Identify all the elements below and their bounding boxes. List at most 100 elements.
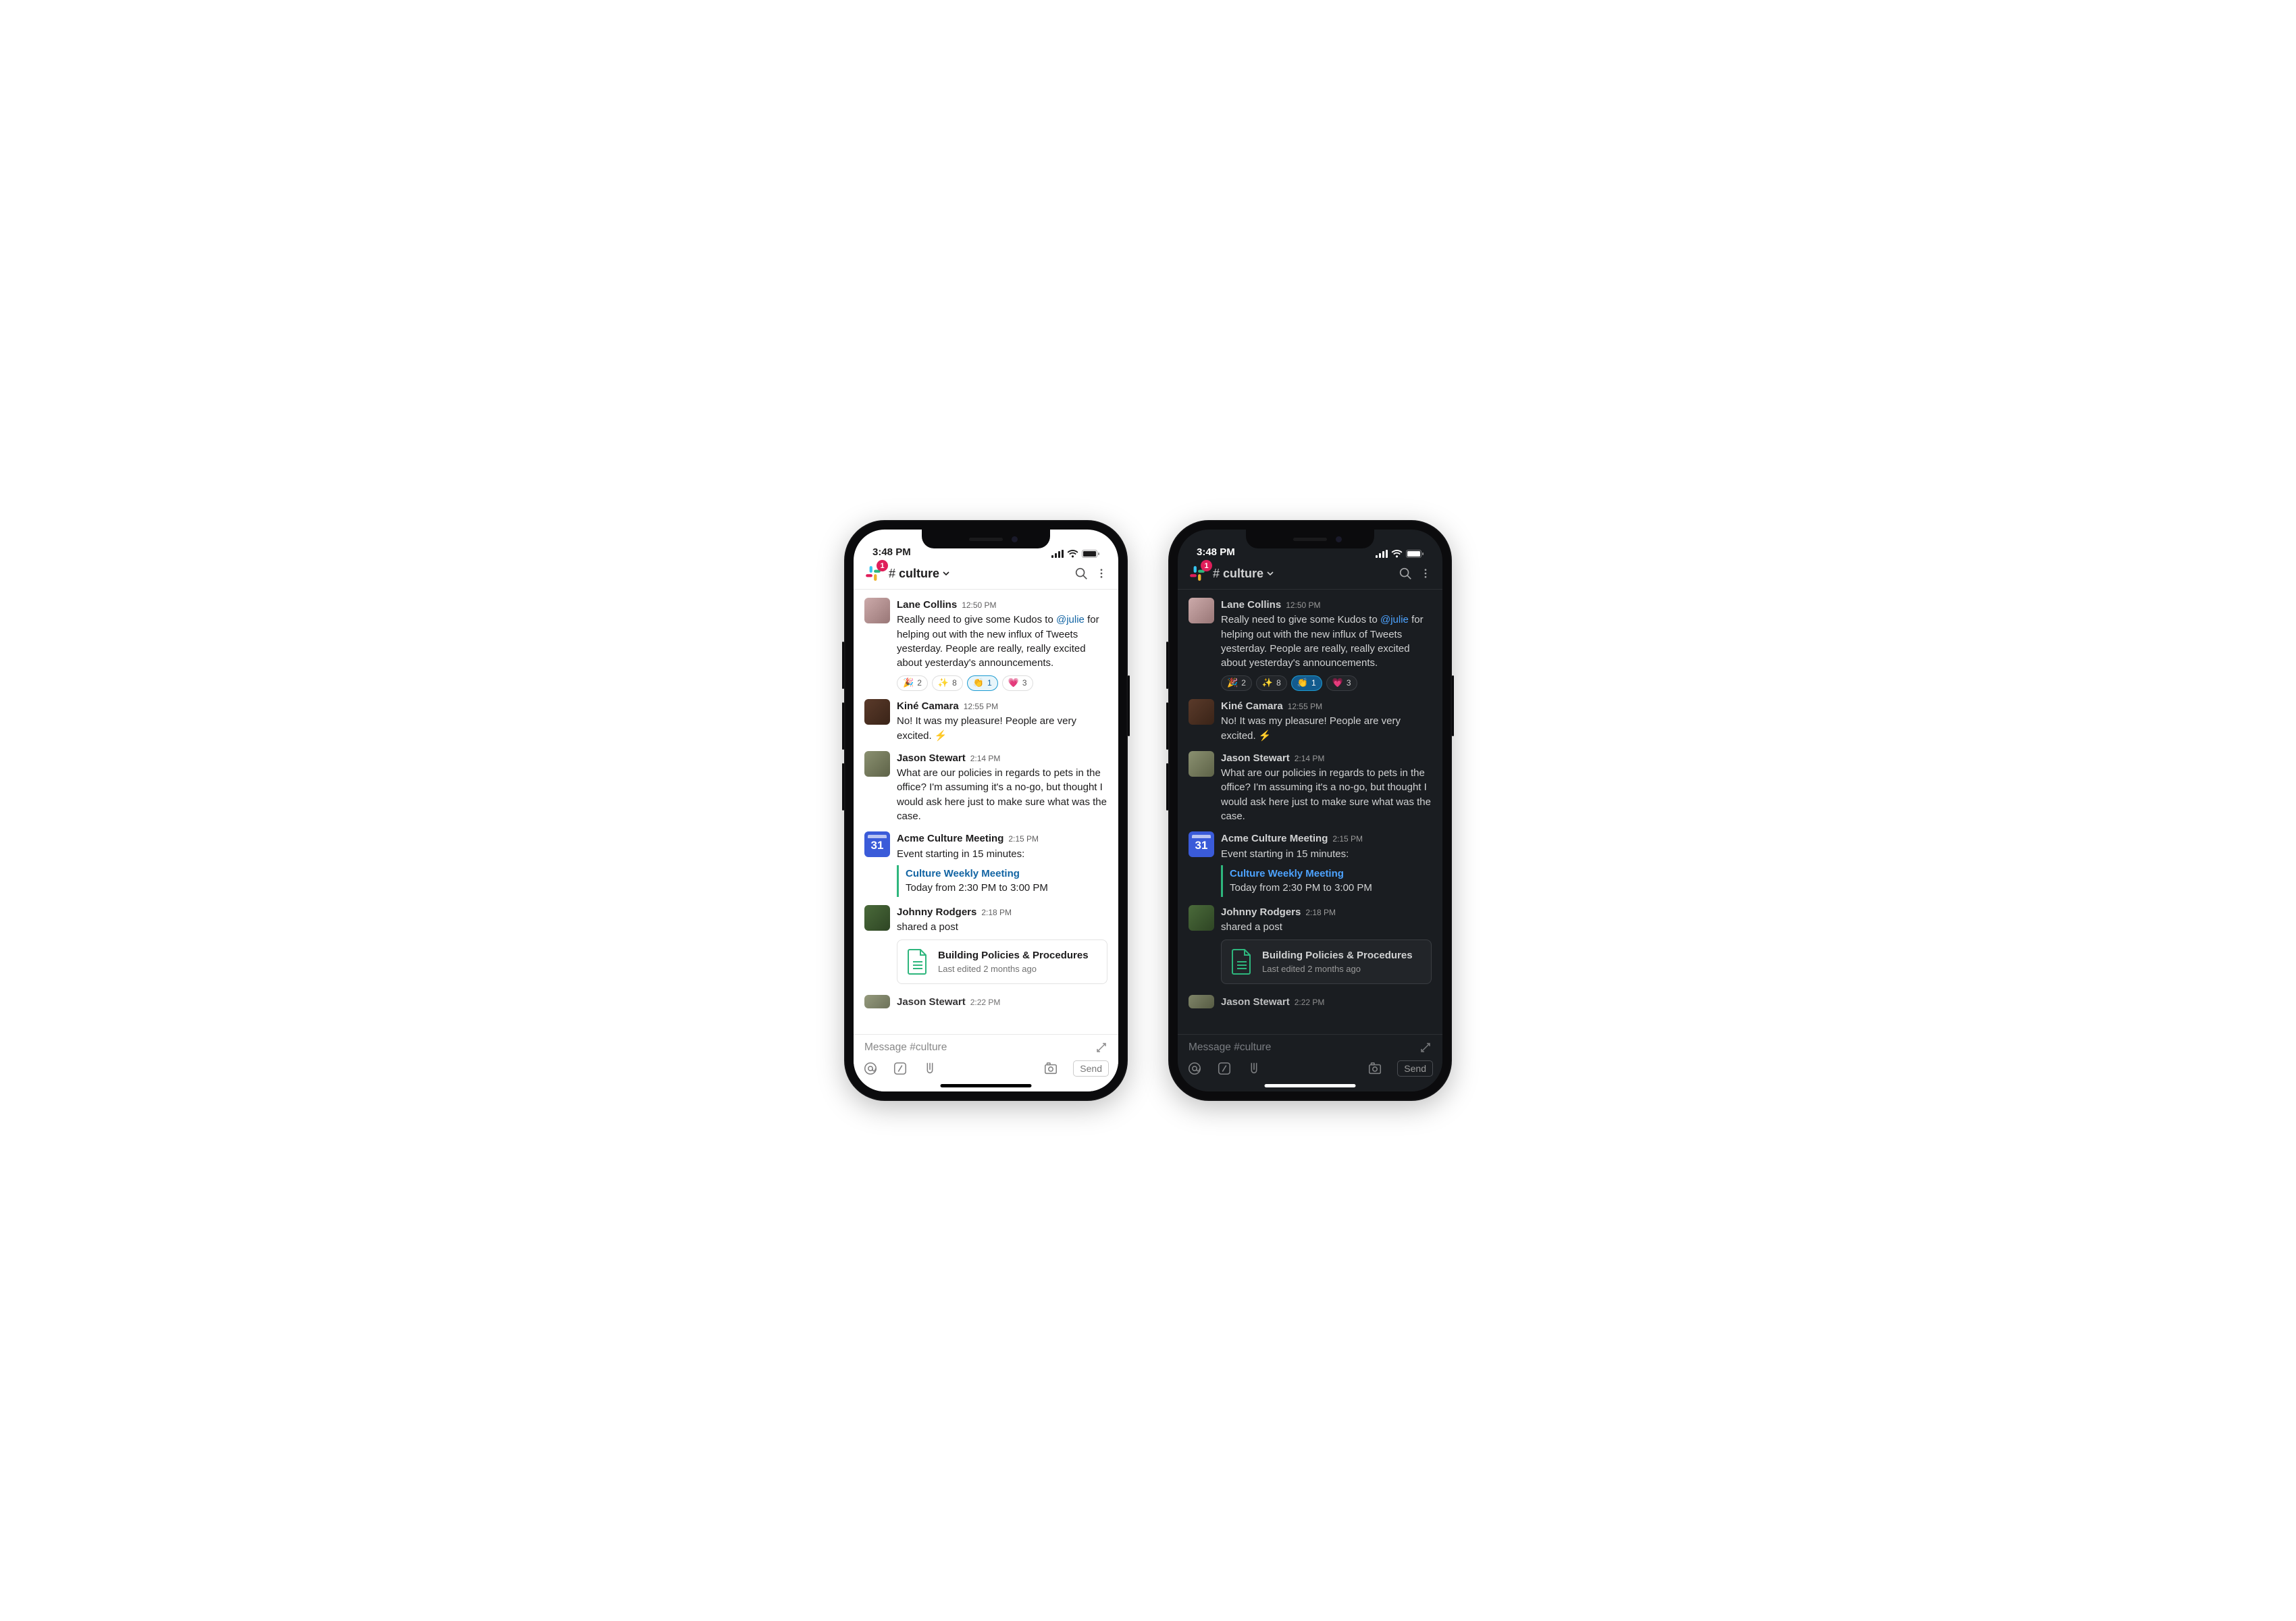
cellular-icon bbox=[1051, 550, 1064, 558]
message[interactable]: Jason Stewart 2:14 PM What are our polici… bbox=[854, 746, 1118, 826]
author: Kiné Camara bbox=[897, 699, 959, 713]
message-input[interactable] bbox=[864, 1041, 1095, 1054]
reaction[interactable]: 🎉2 bbox=[897, 675, 928, 690]
author: Jason Stewart bbox=[897, 751, 966, 765]
avatar[interactable] bbox=[1189, 905, 1214, 931]
battery-icon bbox=[1406, 550, 1424, 558]
reaction[interactable]: 👏1 bbox=[1291, 675, 1322, 690]
workspace-logo[interactable]: 1 bbox=[864, 565, 882, 582]
composer: Send bbox=[1178, 1034, 1442, 1091]
reaction[interactable]: 💗3 bbox=[1326, 675, 1357, 690]
timestamp: 2:15 PM bbox=[1008, 833, 1039, 845]
message-text: No! It was my pleasure! People are very … bbox=[1221, 714, 1432, 743]
mention[interactable]: @julie bbox=[1056, 614, 1085, 625]
avatar[interactable] bbox=[864, 598, 890, 623]
avatar[interactable] bbox=[864, 905, 890, 931]
file-title: Building Policies & Procedures bbox=[1262, 948, 1413, 962]
chevron-down-icon bbox=[1266, 569, 1274, 577]
message[interactable]: Lane Collins12:50 PM Really need to give… bbox=[854, 592, 1118, 694]
message[interactable]: Lane Collins12:50 PM Really need to give… bbox=[1178, 592, 1442, 694]
home-indicator bbox=[941, 1084, 1032, 1087]
avatar[interactable] bbox=[1189, 995, 1214, 1008]
overflow-icon[interactable] bbox=[1095, 566, 1107, 581]
event-title[interactable]: Culture Weekly Meeting bbox=[906, 867, 1107, 881]
message[interactable]: Jason Stewart2:22 PM bbox=[1178, 989, 1442, 1009]
expand-icon[interactable] bbox=[1419, 1041, 1432, 1054]
avatar[interactable] bbox=[1189, 598, 1214, 623]
timestamp: 2:14 PM bbox=[970, 753, 1001, 765]
message-input[interactable] bbox=[1189, 1041, 1419, 1054]
notch bbox=[1246, 530, 1374, 548]
file-subtitle: Last edited 2 months ago bbox=[938, 963, 1089, 975]
message[interactable]: Kiné Camara12:55 PM No! It was my pleasu… bbox=[854, 694, 1118, 746]
photo-icon[interactable] bbox=[1367, 1061, 1382, 1076]
message-text: shared a post bbox=[1221, 920, 1432, 934]
message[interactable]: Jason Stewart 2:14 PM What are our polici… bbox=[1178, 746, 1442, 826]
avatar[interactable] bbox=[864, 995, 890, 1008]
message[interactable]: Kiné Camara12:55 PM No! It was my pleasu… bbox=[1178, 694, 1442, 746]
slash-command-icon[interactable] bbox=[1217, 1061, 1232, 1076]
calendar-icon[interactable]: 31 bbox=[1189, 831, 1214, 857]
message[interactable]: 31 Acme Culture Meeting2:15 PM Event sta… bbox=[1178, 826, 1442, 899]
photo-icon[interactable] bbox=[1043, 1061, 1058, 1076]
event-card[interactable]: Culture Weekly Meeting Today from 2:30 P… bbox=[1221, 865, 1432, 897]
channel-header: 1 #culture bbox=[1178, 559, 1442, 590]
event-title[interactable]: Culture Weekly Meeting bbox=[1230, 867, 1432, 881]
reaction[interactable]: ✨8 bbox=[932, 675, 963, 690]
send-button[interactable]: Send bbox=[1397, 1060, 1433, 1077]
mention-icon[interactable] bbox=[1187, 1061, 1202, 1076]
message-list[interactable]: Lane Collins12:50 PM Really need to give… bbox=[854, 590, 1118, 1034]
phone-light: 3:48 PM 1 #culture bbox=[844, 520, 1128, 1101]
workspace-logo[interactable]: 1 bbox=[1189, 565, 1206, 582]
channel-title[interactable]: #culture bbox=[889, 567, 950, 581]
reaction[interactable]: ✨8 bbox=[1256, 675, 1287, 690]
search-icon[interactable] bbox=[1074, 566, 1089, 581]
message-text: What are our policies in regards to pets… bbox=[897, 766, 1107, 823]
message[interactable]: 31 Acme Culture Meeting2:15 PM Event sta… bbox=[854, 826, 1118, 899]
mention-icon[interactable] bbox=[863, 1061, 878, 1076]
expand-icon[interactable] bbox=[1095, 1041, 1107, 1054]
message[interactable]: Johnny Rodgers2:18 PM shared a post Buil… bbox=[854, 900, 1118, 987]
reaction[interactable]: 🎉2 bbox=[1221, 675, 1252, 690]
message-list[interactable]: Lane Collins12:50 PM Really need to give… bbox=[1178, 590, 1442, 1034]
timestamp: 2:22 PM bbox=[1295, 997, 1325, 1008]
avatar[interactable] bbox=[864, 751, 890, 777]
reaction[interactable]: 💗3 bbox=[1002, 675, 1033, 690]
status-icons bbox=[1376, 550, 1424, 558]
avatar[interactable] bbox=[1189, 751, 1214, 777]
file-attachment[interactable]: Building Policies & Procedures Last edit… bbox=[897, 940, 1107, 984]
file-attachment[interactable]: Building Policies & Procedures Last edit… bbox=[1221, 940, 1432, 984]
author: Johnny Rodgers bbox=[1221, 905, 1301, 919]
wifi-icon bbox=[1067, 550, 1078, 558]
message-text: Really need to give some Kudos to @julie… bbox=[1221, 613, 1432, 670]
event-card[interactable]: Culture Weekly Meeting Today from 2:30 P… bbox=[897, 865, 1107, 897]
slash-command-icon[interactable] bbox=[893, 1061, 908, 1076]
timestamp: 2:22 PM bbox=[970, 997, 1001, 1008]
file-subtitle: Last edited 2 months ago bbox=[1262, 963, 1413, 975]
overflow-icon[interactable] bbox=[1419, 566, 1432, 581]
timestamp: 2:18 PM bbox=[1305, 907, 1336, 919]
search-icon[interactable] bbox=[1398, 566, 1413, 581]
author: Jason Stewart bbox=[1221, 751, 1290, 765]
timestamp: 2:15 PM bbox=[1332, 833, 1363, 845]
timestamp: 12:55 PM bbox=[964, 701, 998, 713]
status-time: 3:48 PM bbox=[1197, 546, 1235, 558]
channel-prefix: # bbox=[1213, 567, 1220, 581]
avatar[interactable] bbox=[1189, 699, 1214, 725]
author: Lane Collins bbox=[897, 598, 957, 612]
channel-header: 1 #culture bbox=[854, 559, 1118, 590]
timestamp: 2:14 PM bbox=[1295, 753, 1325, 765]
message[interactable]: Jason Stewart2:22 PM bbox=[854, 989, 1118, 1009]
channel-title[interactable]: #culture bbox=[1213, 567, 1274, 581]
message-text: What are our policies in regards to pets… bbox=[1221, 766, 1432, 823]
mention[interactable]: @julie bbox=[1380, 614, 1409, 625]
attachment-icon[interactable] bbox=[922, 1061, 937, 1076]
author: Acme Culture Meeting bbox=[1221, 831, 1328, 846]
calendar-icon[interactable]: 31 bbox=[864, 831, 890, 857]
send-button[interactable]: Send bbox=[1073, 1060, 1109, 1077]
avatar[interactable] bbox=[864, 699, 890, 725]
chevron-down-icon bbox=[942, 569, 950, 577]
message[interactable]: Johnny Rodgers 2:18 PM shared a post Buil… bbox=[1178, 900, 1442, 987]
attachment-icon[interactable] bbox=[1247, 1061, 1261, 1076]
reaction[interactable]: 👏1 bbox=[967, 675, 998, 690]
